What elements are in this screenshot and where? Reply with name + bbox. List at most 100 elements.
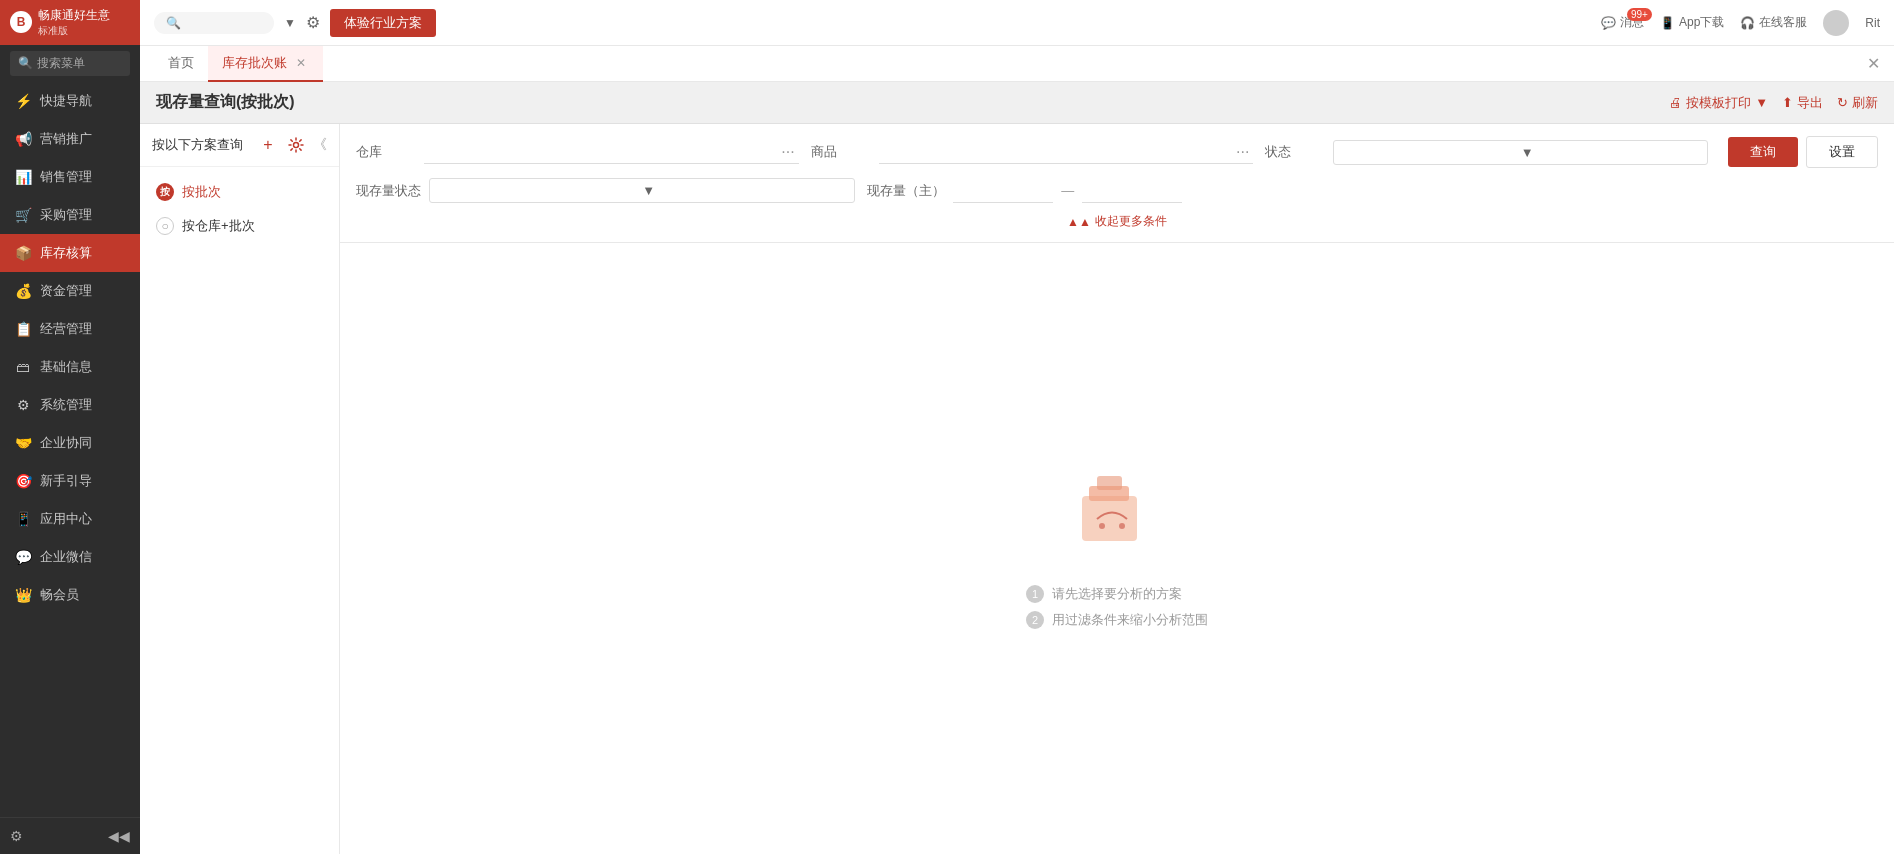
- product-input[interactable]: [879, 140, 1232, 163]
- search-icon: 🔍: [18, 56, 33, 70]
- sidebar-item-inventory[interactable]: 📦 库存核算: [0, 234, 140, 272]
- collapse-toggle-area: ▲▲ 收起更多条件: [356, 213, 1878, 230]
- sidebar-item-system[interactable]: ⚙ 系统管理: [0, 386, 140, 424]
- print-dropdown-icon[interactable]: ▼: [1755, 95, 1768, 110]
- settings-button[interactable]: 设置: [1806, 136, 1878, 168]
- solution-label: 按仓库+批次: [182, 217, 255, 235]
- sidebar-item-purchase[interactable]: 🛒 采购管理: [0, 196, 140, 234]
- right-panel: 仓库 ··· 商品 ···: [340, 124, 1894, 854]
- empty-state: 1 请先选择要分析的方案 2 用过滤条件来缩小分析范围: [340, 243, 1894, 854]
- sidebar-item-appstore[interactable]: 📱 应用中心: [0, 500, 140, 538]
- phone-icon: 📱: [1660, 16, 1675, 30]
- tab-home[interactable]: 首页: [154, 46, 208, 82]
- sidebar-item-sales[interactable]: 📊 销售管理: [0, 158, 140, 196]
- app-download-button[interactable]: 📱 App下载: [1660, 14, 1724, 31]
- stock-status-filter: 现存量状态 ▼: [356, 178, 855, 203]
- purchase-icon: 🛒: [14, 207, 32, 223]
- wechat-icon: 💬: [14, 549, 32, 565]
- member-icon: 👑: [14, 587, 32, 603]
- status-label: 状态: [1265, 143, 1325, 161]
- print-button[interactable]: 🖨 按模板打印 ▼: [1669, 94, 1768, 112]
- sidebar-item-label: 快捷导航: [40, 92, 92, 110]
- quicknav-icon: ⚡: [14, 93, 32, 109]
- messages-badge: 99+: [1627, 8, 1652, 21]
- sidebar: B 畅康通好生意 标准版 🔍 搜索菜单 ⚡ 快捷导航 📢 营销推广 📊 销售管理…: [0, 0, 140, 854]
- stock-qty-label: 现存量（主）: [867, 182, 945, 200]
- warehouse-filter: 仓库 ···: [356, 140, 799, 164]
- sidebar-item-wechat[interactable]: 💬 企业微信: [0, 538, 140, 576]
- collapse-toggle-label: 收起更多条件: [1095, 213, 1167, 230]
- sidebar-item-label: 应用中心: [40, 510, 92, 528]
- warehouse-input-wrapper: ···: [424, 140, 799, 164]
- settings-bottom-icon[interactable]: ⚙: [10, 828, 23, 844]
- product-input-wrapper: ···: [879, 140, 1254, 164]
- sidebar-item-member[interactable]: 👑 畅会员: [0, 576, 140, 614]
- stock-qty-min-input[interactable]: [953, 179, 1053, 203]
- enterprise-icon: 🤝: [14, 435, 32, 451]
- query-button[interactable]: 查询: [1728, 137, 1798, 167]
- messages-icon: 💬: [1601, 16, 1616, 30]
- trial-button[interactable]: 体验行业方案: [330, 9, 436, 37]
- refresh-button[interactable]: ↻ 刷新: [1837, 94, 1878, 112]
- left-panel-header: 按以下方案查询 + 《: [140, 124, 339, 167]
- sidebar-item-finance[interactable]: 💰 资金管理: [0, 272, 140, 310]
- product-dots[interactable]: ···: [1232, 143, 1253, 161]
- avatar[interactable]: [1823, 10, 1849, 36]
- tab-inventory-batch-label: 库存批次账: [222, 54, 287, 72]
- sidebar-item-label: 系统管理: [40, 396, 92, 414]
- solution-list: 按 按批次 ○ 按仓库+批次: [140, 167, 339, 251]
- sidebar-item-label: 库存核算: [40, 244, 92, 262]
- sidebar-item-label: 企业协同: [40, 434, 92, 452]
- left-panel-actions: + 《: [257, 134, 327, 156]
- topbar-settings-icon[interactable]: ⚙: [306, 13, 320, 32]
- svg-point-0: [294, 143, 299, 148]
- sidebar-item-quicknav[interactable]: ⚡ 快捷导航: [0, 82, 140, 120]
- appstore-icon: 📱: [14, 511, 32, 527]
- online-service-button[interactable]: 🎧 在线客服: [1740, 14, 1807, 31]
- collapse-left-panel-icon[interactable]: 《: [313, 136, 327, 154]
- basics-icon: 🗃: [14, 359, 32, 375]
- sidebar-header: B 畅康通好生意 标准版: [0, 0, 140, 45]
- username-label[interactable]: Rit: [1865, 16, 1880, 30]
- sidebar-nav: ⚡ 快捷导航 📢 营销推广 📊 销售管理 🛒 采购管理 📦 库存核算 💰 资金管…: [0, 82, 140, 817]
- solution-label: 按批次: [182, 183, 221, 201]
- status-chevron-icon: ▼: [1521, 145, 1699, 160]
- topbar: 🔍 ▼ ⚙ 体验行业方案 💬 消息 99+ 📱 App下载 🎧 在线客服 Rit: [140, 0, 1894, 46]
- search-menu-button[interactable]: 🔍 搜索菜单: [10, 51, 130, 76]
- sidebar-item-enterprise[interactable]: 🤝 企业协同: [0, 424, 140, 462]
- sidebar-item-basics[interactable]: 🗃 基础信息: [0, 348, 140, 386]
- warehouse-dots[interactable]: ···: [777, 143, 798, 161]
- sidebar-item-marketing[interactable]: 📢 营销推广: [0, 120, 140, 158]
- sidebar-item-label: 销售管理: [40, 168, 92, 186]
- tip-text-1: 请先选择要分析的方案: [1052, 585, 1182, 603]
- page-header-actions: 🖨 按模板打印 ▼ ⬆ 导出 ↻ 刷新: [1669, 94, 1878, 112]
- topbar-dropdown-button[interactable]: ▼: [284, 16, 296, 30]
- collapse-sidebar-button[interactable]: ◀◀: [108, 828, 130, 844]
- app-logo: B: [10, 11, 32, 33]
- system-icon: ⚙: [14, 397, 32, 413]
- sales-icon: 📊: [14, 169, 32, 185]
- sidebar-item-operations[interactable]: 📋 经营管理: [0, 310, 140, 348]
- collapse-toggle-button[interactable]: ▲▲ 收起更多条件: [356, 213, 1878, 230]
- topbar-search-box[interactable]: 🔍: [154, 12, 274, 34]
- stock-status-select[interactable]: ▼: [429, 178, 855, 203]
- empty-tip-1: 1 请先选择要分析的方案: [1026, 585, 1208, 603]
- content-area: 按以下方案查询 + 《: [140, 124, 1894, 854]
- solution-item-by-warehouse-batch[interactable]: ○ 按仓库+批次: [140, 209, 339, 243]
- tab-inventory-batch[interactable]: 库存批次账 ✕: [208, 46, 323, 82]
- tab-close-icon[interactable]: ✕: [293, 55, 309, 71]
- add-solution-button[interactable]: +: [257, 134, 279, 156]
- messages-button[interactable]: 💬 消息 99+: [1601, 14, 1644, 31]
- headset-icon: 🎧: [1740, 16, 1755, 30]
- tab-panel-close-button[interactable]: ✕: [1867, 54, 1880, 73]
- sidebar-item-newbie[interactable]: 🎯 新手引导: [0, 462, 140, 500]
- page-title: 现存量查询(按批次): [156, 92, 295, 113]
- solution-settings-icon[interactable]: [285, 134, 307, 156]
- stock-qty-max-input[interactable]: [1082, 179, 1182, 203]
- tip-number-2: 2: [1026, 611, 1044, 629]
- warehouse-input[interactable]: [424, 140, 777, 163]
- solution-item-by-batch[interactable]: 按 按批次: [140, 175, 339, 209]
- status-select[interactable]: ▼: [1333, 140, 1708, 165]
- solution-icon-active: 按: [156, 183, 174, 201]
- export-button[interactable]: ⬆ 导出: [1782, 94, 1823, 112]
